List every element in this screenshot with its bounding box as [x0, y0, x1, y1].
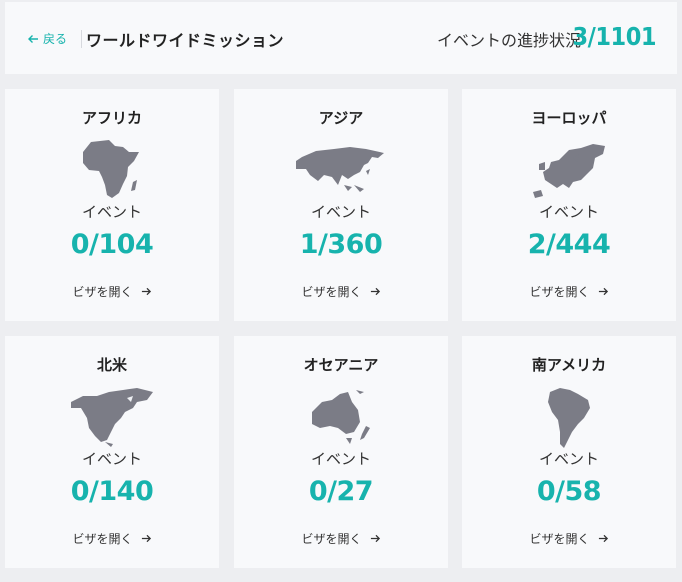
- back-button[interactable]: 戻る: [27, 30, 67, 47]
- open-visa-label: ビザを開く: [72, 532, 133, 546]
- north-america-map-icon: [71, 388, 153, 447]
- open-visa-link[interactable]: ビザを開く: [462, 283, 676, 300]
- asia-map-icon: [296, 147, 384, 192]
- region-card-africa: アフリカ イベント 0/104 ビザを開く: [5, 89, 219, 321]
- region-card-europe: ヨーロッパ イベント 2/444 ビザを開く: [462, 89, 676, 321]
- page-title: ワールドワイドミッション: [86, 31, 285, 50]
- region-card-oceania: オセアニア イベント 0/27 ビザを開く: [234, 336, 448, 568]
- events-count: 0/58: [536, 476, 602, 507]
- open-visa-label: ビザを開く: [301, 285, 362, 299]
- arrow-right-icon: [598, 534, 608, 543]
- region-name: アフリカ: [81, 109, 142, 127]
- header-bar: 戻る ワールドワイドミッション イベントの進捗状況 3/1101: [5, 2, 677, 74]
- back-label: 戻る: [43, 32, 68, 46]
- region-card-north-america: 北米 イベント 0/140 ビザを開く: [5, 336, 219, 568]
- events-label: イベント: [81, 450, 142, 468]
- open-visa-link[interactable]: ビザを開く: [5, 530, 219, 547]
- region-name: 南アメリカ: [531, 356, 607, 374]
- arrow-right-icon: [598, 287, 608, 296]
- open-visa-label: ビザを開く: [529, 285, 590, 299]
- arrow-right-icon: [141, 287, 151, 296]
- region-name: ヨーロッパ: [531, 109, 607, 127]
- open-visa-link[interactable]: ビザを開く: [234, 283, 448, 300]
- events-count: 2/444: [527, 229, 611, 260]
- region-name: オセアニア: [303, 356, 379, 374]
- open-visa-label: ビザを開く: [529, 532, 590, 546]
- progress-label: イベントの進捗状況: [436, 31, 581, 50]
- region-card-asia: アジア イベント 1/360 ビザを開く: [234, 89, 448, 321]
- south-america-map-icon: [548, 388, 590, 448]
- events-label: イベント: [310, 450, 371, 468]
- arrow-right-icon: [370, 534, 380, 543]
- events-label: イベント: [81, 203, 142, 221]
- region-name: アジア: [318, 109, 364, 127]
- progress-value: 3/1101: [572, 22, 657, 51]
- events-count: 0/27: [308, 476, 374, 507]
- region-card-south-america: 南アメリカ イベント 0/58 ビザを開く: [462, 336, 676, 568]
- open-visa-link[interactable]: ビザを開く: [234, 530, 448, 547]
- europe-map-icon: [533, 144, 605, 198]
- arrow-right-icon: [141, 534, 151, 543]
- open-visa-label: ビザを開く: [72, 285, 133, 299]
- open-visa-link[interactable]: ビザを開く: [462, 530, 676, 547]
- oceania-map-icon: [312, 390, 370, 444]
- arrow-left-icon: [28, 34, 38, 43]
- events-label: イベント: [538, 203, 599, 221]
- arrow-right-icon: [370, 287, 380, 296]
- open-visa-label: ビザを開く: [301, 532, 362, 546]
- africa-map-icon: [83, 140, 139, 198]
- events-label: イベント: [310, 203, 371, 221]
- events-count: 0/104: [70, 229, 154, 260]
- events-count: 1/360: [299, 229, 383, 260]
- open-visa-link[interactable]: ビザを開く: [5, 283, 219, 300]
- events-label: イベント: [538, 450, 599, 468]
- events-count: 0/140: [70, 476, 154, 507]
- region-name: 北米: [96, 356, 127, 374]
- header-divider: [81, 30, 82, 48]
